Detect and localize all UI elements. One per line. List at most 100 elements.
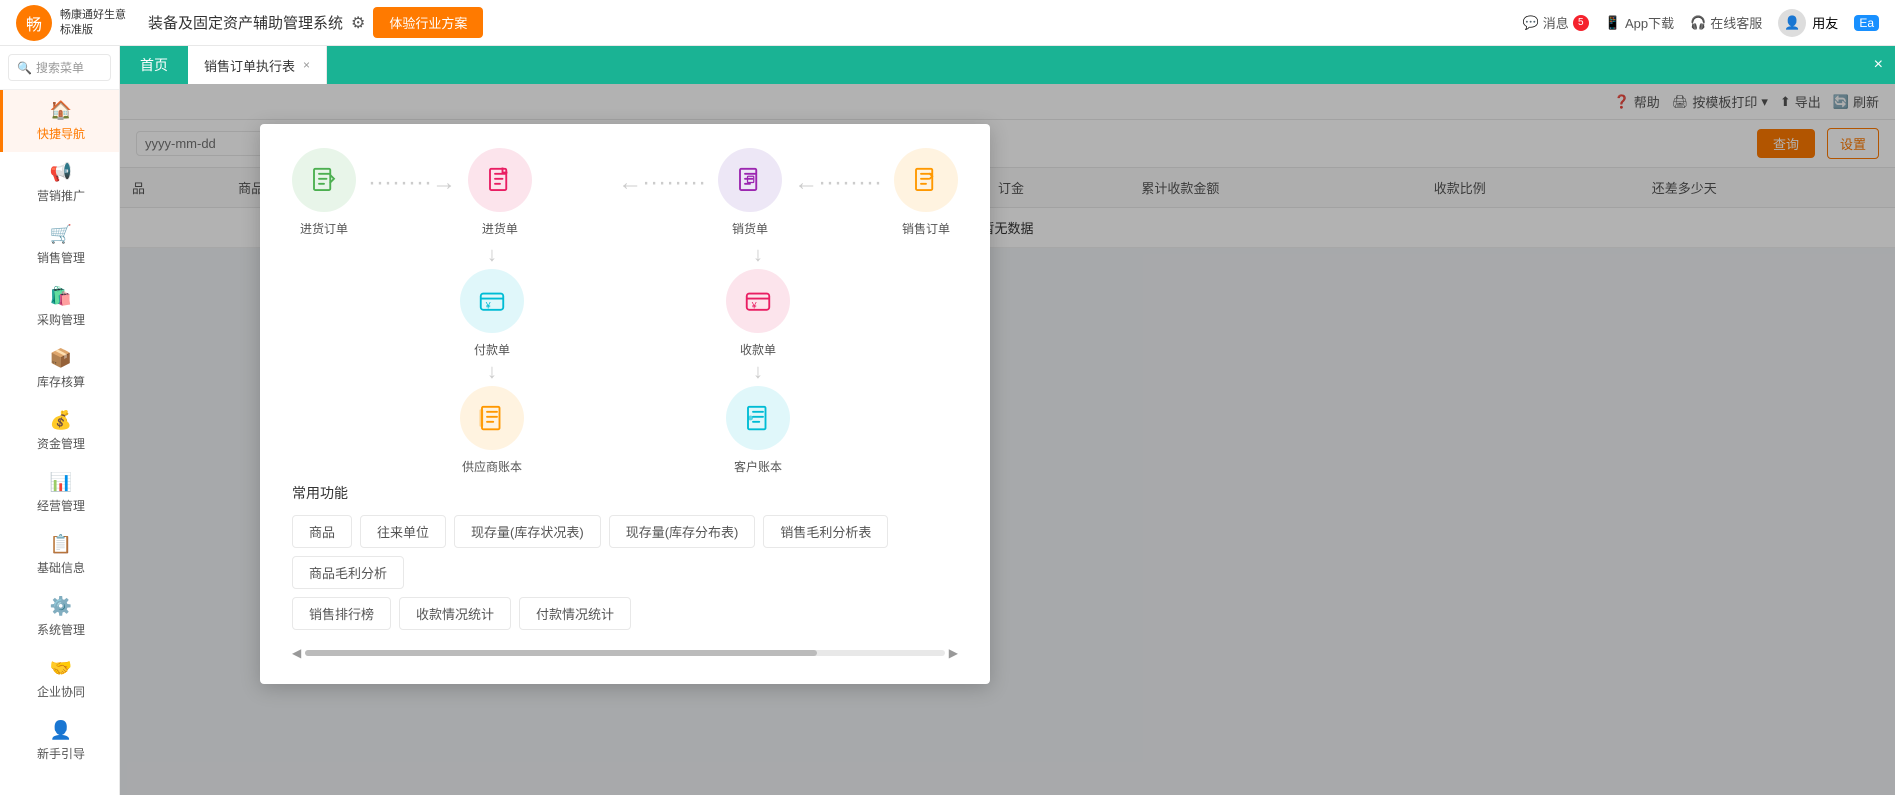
arrow-so-to-sb: ←········	[606, 169, 718, 197]
wf-node-purchase-bill[interactable]: 进货单	[468, 148, 532, 237]
wf-node-supplier-ledger[interactable]: 供应商账本	[460, 386, 524, 475]
svg-text:¥: ¥	[485, 301, 491, 311]
wf-label-payment: 付款单	[474, 341, 510, 358]
cf-btn-sales-margin[interactable]: 销售毛利分析表	[763, 515, 888, 548]
arrow-payment-down: ↓	[487, 362, 497, 382]
sidebar-label-operations: 经营管理	[37, 497, 85, 514]
svg-text:¥: ¥	[751, 301, 757, 311]
cf-btn-goods-margin[interactable]: 商品毛利分析	[292, 556, 404, 589]
sidebar-label-marketing: 营销推广	[37, 187, 85, 204]
wf-node-customer-ledger[interactable]: 客户账本	[726, 386, 790, 475]
wf-node-sales-order[interactable]: 销售订单	[894, 148, 958, 237]
sidebar-label-quick-nav: 快捷导航	[37, 125, 85, 142]
tab-home[interactable]: 首页	[120, 46, 188, 84]
scroll-track[interactable]	[305, 650, 945, 656]
sidebar-icon-inventory: 📦	[50, 348, 72, 369]
sidebar-item-system[interactable]: ⚙️ 系统管理	[0, 586, 119, 648]
arrow-sb-down: ↓	[753, 245, 763, 265]
message-button[interactable]: 💬 消息 5	[1523, 13, 1589, 32]
sidebar-icon-newbie: 👤	[50, 720, 72, 741]
cf-buttons-row2: 销售排行榜 收款情况统计 付款情况统计	[292, 597, 958, 630]
sidebar-icon-system: ⚙️	[50, 596, 72, 617]
sidebar-icon-basic-info: 📋	[50, 534, 72, 555]
content-area: 首页 销售订单执行表 × × ❓ 帮助 🖨 按模板打印 ▾	[120, 46, 1895, 795]
wf-label-purchase-order: 进货订单	[300, 220, 348, 237]
sidebar-label-system: 系统管理	[37, 621, 85, 638]
cf-btn-payment-stats[interactable]: 付款情况统计	[519, 597, 631, 630]
tab-sales-order[interactable]: 销售订单执行表 ×	[188, 46, 327, 84]
logo-text: 畅康通好生意 标准版	[60, 8, 126, 37]
wf-node-receipt[interactable]: ¥ 收款单	[726, 269, 790, 358]
sidebar-item-finance[interactable]: 💰 资金管理	[0, 400, 119, 462]
sidebar-icon-marketing: 📢	[50, 162, 72, 183]
ea-badge: Ea	[1854, 15, 1879, 31]
modal-overlay: 进货订单 ········→	[120, 84, 1895, 795]
cf-buttons-row1: 商品 往来单位 现存量(库存状况表) 现存量(库存分布表) 销售毛利分析表 商品…	[292, 515, 958, 589]
search-icon: 🔍	[17, 61, 32, 75]
top-bar: 畅 畅康通好生意 标准版 装备及固定资产辅助管理系统 ⚙ 体验行业方案 💬 消息…	[0, 0, 1895, 46]
sidebar-item-operations[interactable]: 📊 经营管理	[0, 462, 119, 524]
sidebar-item-basic-info[interactable]: 📋 基础信息	[0, 524, 119, 586]
workflow-row-1: 进货订单 ········→	[292, 148, 958, 237]
sidebar-item-purchase[interactable]: 🛍️ 采购管理	[0, 276, 119, 338]
sidebar-item-newbie[interactable]: 👤 新手引导	[0, 710, 119, 772]
tab-bar-close-button[interactable]: ×	[1862, 56, 1895, 74]
cf-btn-receipt-stats[interactable]: 收款情况统计	[399, 597, 511, 630]
sidebar-label-enterprise: 企业协同	[37, 683, 85, 700]
scroll-left-arrow[interactable]: ◀	[292, 646, 301, 660]
sidebar-label-purchase: 采购管理	[37, 311, 85, 328]
sidebar-label-basic-info: 基础信息	[37, 559, 85, 576]
wf-circle-sales-order	[894, 148, 958, 212]
top-bar-actions: 💬 消息 5 📱 App下载 🎧 在线客服 👤 用友 Ea	[1523, 9, 1879, 37]
tab-bar: 首页 销售订单执行表 × ×	[120, 46, 1895, 84]
sidebar-search-button[interactable]: 🔍 搜索菜单	[8, 54, 111, 81]
wf-node-payment[interactable]: ¥ 付款单	[460, 269, 524, 358]
sidebar-item-inventory[interactable]: 📦 库存核算	[0, 338, 119, 400]
settings-gear-button[interactable]: ⚙	[351, 13, 365, 33]
sidebar-label-newbie: 新手引导	[37, 745, 85, 762]
tab-close-button[interactable]: ×	[303, 58, 310, 72]
cf-btn-goods[interactable]: 商品	[292, 515, 352, 548]
wf-label-customer-ledger: 客户账本	[734, 458, 782, 475]
sidebar-item-sales[interactable]: 🛒 销售管理	[0, 214, 119, 276]
wf-circle-payment: ¥	[460, 269, 524, 333]
sidebar-icon-finance: 💰	[50, 410, 72, 431]
arrow-receipt-down: ↓	[753, 362, 763, 382]
modal-dialog: 进货订单 ········→	[260, 124, 990, 684]
cf-btn-stock-dist[interactable]: 现存量(库存分布表)	[609, 515, 756, 548]
logo-icon: 畅	[16, 5, 52, 41]
cf-btn-counterpart[interactable]: 往来单位	[360, 515, 446, 548]
sidebar-item-marketing[interactable]: 📢 营销推广	[0, 152, 119, 214]
wf-label-sales-order: 销售订单	[902, 220, 950, 237]
wf-label-purchase-bill: 进货单	[482, 220, 518, 237]
sidebar-search-area: 🔍 搜索菜单	[0, 46, 119, 90]
wf-node-sales-bill[interactable]: 销货单	[718, 148, 782, 237]
system-title-text: 装备及固定资产辅助管理系统	[148, 12, 343, 33]
sidebar: 🔍 搜索菜单 🏠 快捷导航 📢 营销推广 🛒 销售管理 🛍️ 采购管理 📦 库存…	[0, 46, 120, 795]
sidebar-icon-quick-nav: 🏠	[50, 100, 72, 121]
app-download-button[interactable]: 📱 App下载	[1605, 13, 1674, 32]
avatar: 👤	[1778, 9, 1806, 37]
wf-circle-supplier-ledger	[460, 386, 524, 450]
wf-node-purchase-order[interactable]: 进货订单	[292, 148, 356, 237]
sidebar-item-quick-nav[interactable]: 🏠 快捷导航	[0, 90, 119, 152]
trial-button[interactable]: 体验行业方案	[373, 7, 483, 38]
main-layout: 🔍 搜索菜单 🏠 快捷导航 📢 营销推广 🛒 销售管理 🛍️ 采购管理 📦 库存…	[0, 46, 1895, 795]
download-icon: 📱	[1605, 15, 1621, 31]
sidebar-item-enterprise[interactable]: 🤝 企业协同	[0, 648, 119, 710]
sidebar-icon-operations: 📊	[50, 472, 72, 493]
user-avatar-area[interactable]: 👤 用友	[1778, 9, 1838, 37]
online-service-button[interactable]: 🎧 在线客服	[1690, 13, 1762, 32]
cf-btn-stock-status[interactable]: 现存量(库存状况表)	[454, 515, 601, 548]
wf-circle-sales-bill	[718, 148, 782, 212]
logo-area: 畅 畅康通好生意 标准版	[16, 5, 136, 41]
common-functions: 常用功能 商品 往来单位 现存量(库存状况表) 现存量(库存分布表) 销售毛利分…	[292, 483, 958, 630]
col-receipt: ↓ ¥	[726, 241, 790, 475]
sidebar-icon-enterprise: 🤝	[50, 658, 72, 679]
cf-btn-sales-rank[interactable]: 销售排行榜	[292, 597, 391, 630]
scroll-right-arrow[interactable]: ▶	[949, 646, 958, 660]
message-badge: 5	[1573, 15, 1589, 31]
wf-circle-receipt: ¥	[726, 269, 790, 333]
system-title-area: 装备及固定资产辅助管理系统 ⚙ 体验行业方案	[148, 7, 1511, 38]
scroll-thumb	[305, 650, 817, 656]
